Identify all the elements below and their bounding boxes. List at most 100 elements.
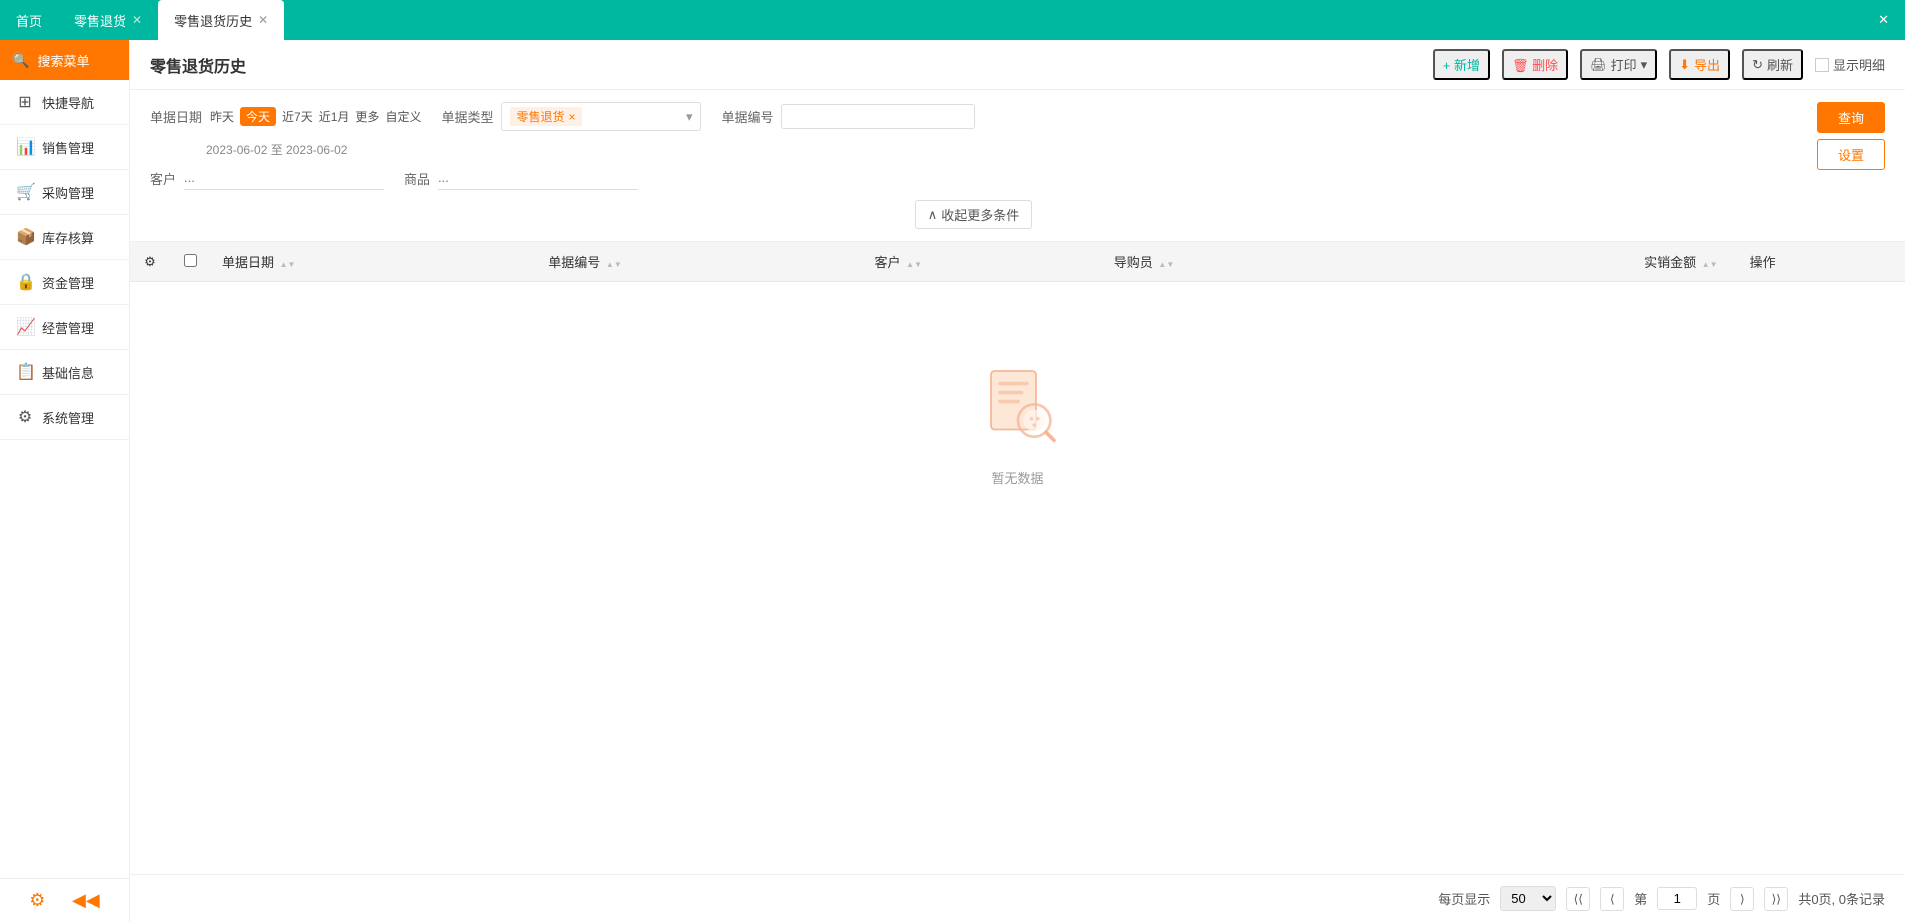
purchase-mgmt-icon: 🛒 xyxy=(16,182,34,202)
base-info-icon: 📋 xyxy=(16,362,34,382)
show-detail-checkbox[interactable] xyxy=(1815,58,1829,72)
filter-goods: 商品 xyxy=(404,166,638,190)
page-size-select[interactable]: 20 50 100 xyxy=(1500,886,1556,911)
tab-home[interactable]: 首页 xyxy=(0,0,58,40)
show-detail-toggle[interactable]: 显示明细 xyxy=(1815,55,1885,74)
export-label: 导出 xyxy=(1694,55,1720,74)
filter-row-2: 客户 商品 xyxy=(150,166,1797,190)
date-filter-today[interactable]: 今天 xyxy=(240,107,276,126)
operations-icon: 📈 xyxy=(16,317,34,337)
sidebar-item-purchase-mgmt[interactable]: 🛒 采购管理 xyxy=(0,170,129,215)
sidebar-item-finance[interactable]: 🔒 资金管理 xyxy=(0,260,129,305)
page-number-input[interactable] xyxy=(1657,887,1697,910)
settings-icon[interactable]: ⚙ xyxy=(29,890,45,911)
date-filter-7days[interactable]: 近7天 xyxy=(282,108,313,125)
filter-type: 单据类型 零售退货 × ▾ xyxy=(441,102,701,131)
empty-text: 暂无数据 xyxy=(991,468,1043,487)
table-header-row: ⚙ 单据日期 ▲▼ 单据编号 ▲▼ xyxy=(130,242,1905,282)
th-checkbox[interactable] xyxy=(170,242,210,282)
sidebar-item-operations[interactable]: 📈 经营管理 xyxy=(0,305,129,350)
refresh-button[interactable]: ↻ 刷新 xyxy=(1742,49,1803,80)
tab-retail-return-history[interactable]: 零售退货历史 ✕ xyxy=(158,0,284,40)
volume-icon[interactable]: ◀◀ xyxy=(72,890,100,911)
empty-cell: 暂无数据 xyxy=(130,282,1905,568)
sales-mgmt-icon: 📊 xyxy=(16,137,34,157)
th-guide[interactable]: 导购员 ▲▼ xyxy=(1102,242,1385,282)
tab-retail-return-label: 零售退货 xyxy=(74,11,126,30)
top-bar: 首页 零售退货 ✕ 零售退货历史 ✕ ✕ xyxy=(0,0,1905,40)
pagination-bar: 每页显示 20 50 100 ⟨⟨ ⟨ 第 页 ⟩ ⟩⟩ 共0页, 0条记录 xyxy=(130,874,1905,922)
date-filter-more[interactable]: 更多 xyxy=(355,108,379,125)
delete-button[interactable]: 🗑 删除 xyxy=(1502,49,1568,80)
print-button[interactable]: 🖨 打印 ▾ xyxy=(1580,49,1657,80)
refresh-label: 刷新 xyxy=(1767,55,1793,74)
customer-input[interactable] xyxy=(184,166,384,190)
sidebar-item-inventory[interactable]: 📦 库存核算 xyxy=(0,215,129,260)
date-label: 单据日期 xyxy=(150,107,202,126)
type-tag-close[interactable]: × xyxy=(568,110,575,124)
date-filter-yesterday[interactable]: 昨天 xyxy=(210,108,234,125)
sidebar-item-base-info-label: 基础信息 xyxy=(42,363,94,382)
tab-retail-return-close[interactable]: ✕ xyxy=(132,14,142,26)
sidebar-item-base-info[interactable]: 📋 基础信息 xyxy=(0,350,129,395)
page-title: 零售退货历史 xyxy=(150,53,246,77)
data-table: ⚙ 单据日期 ▲▼ 单据编号 ▲▼ xyxy=(130,242,1905,567)
search-icon: 🔍 xyxy=(12,52,29,69)
filter-voucher: 单据编号 xyxy=(721,104,975,129)
th-settings[interactable]: ⚙ xyxy=(130,242,170,282)
th-date-label: 单据日期 xyxy=(222,255,274,270)
tab-retail-return[interactable]: 零售退货 ✕ xyxy=(58,0,158,40)
sidebar-bottom: ⚙ ◀◀ xyxy=(0,878,129,922)
print-dropdown-icon: ▾ xyxy=(1641,57,1648,73)
type-dropdown-icon: ▾ xyxy=(686,109,693,125)
sidebar-search[interactable]: 🔍 搜索菜单 xyxy=(0,40,129,80)
th-ops: 操作 xyxy=(1738,242,1905,282)
sidebar-nav: ⊞ 快捷导航 📊 销售管理 🛒 采购管理 📦 库存核算 🔒 资金管理 📈 xyxy=(0,80,129,878)
sidebar-item-quick-nav[interactable]: ⊞ 快捷导航 xyxy=(0,80,129,125)
voucher-label: 单据编号 xyxy=(721,107,773,126)
empty-icon xyxy=(973,362,1063,452)
filter-action-buttons: 查询 设置 xyxy=(1817,102,1885,170)
sidebar-item-sys-mgmt[interactable]: ⚙ 系统管理 xyxy=(0,395,129,440)
voucher-input[interactable] xyxy=(781,104,975,129)
export-button[interactable]: ⬇ 导出 xyxy=(1669,49,1730,80)
date-filter-1month[interactable]: 近1月 xyxy=(319,108,350,125)
table-body: 暂无数据 xyxy=(130,282,1905,568)
content-area: 零售退货历史 + 新增 🗑 删除 🖨 打印 ▾ ⬇ 导出 ↻ 刷新 xyxy=(130,40,1905,922)
tab-retail-return-history-close[interactable]: ✕ xyxy=(258,14,268,26)
select-all-checkbox[interactable] xyxy=(184,254,197,267)
type-selector[interactable]: 零售退货 × ▾ xyxy=(501,102,701,131)
collapse-button[interactable]: ∧ 收起更多条件 xyxy=(915,200,1033,229)
goods-input[interactable] xyxy=(438,166,638,190)
th-customer[interactable]: 客户 ▲▼ xyxy=(863,242,1102,282)
sidebar-item-sales-mgmt[interactable]: 📊 销售管理 xyxy=(0,125,129,170)
quick-nav-icon: ⊞ xyxy=(16,92,34,112)
new-button[interactable]: + 新增 xyxy=(1433,49,1490,80)
empty-row: 暂无数据 xyxy=(130,282,1905,568)
page-first-button[interactable]: ⟨⟨ xyxy=(1566,887,1590,911)
th-amount[interactable]: 实销金额 ▲▼ xyxy=(1385,242,1738,282)
page-last-button[interactable]: ⟩⟩ xyxy=(1764,887,1788,911)
date-filter-custom[interactable]: 自定义 xyxy=(385,108,421,125)
filter-date: 单据日期 昨天 今天 近7天 近1月 更多 自定义 xyxy=(150,107,421,126)
th-date[interactable]: 单据日期 ▲▼ xyxy=(210,242,536,282)
type-tag-label: 零售退货 xyxy=(516,108,564,125)
collapse-icon: ∧ xyxy=(928,207,938,223)
th-guide-sort: ▲▼ xyxy=(1158,260,1174,269)
th-voucher-no[interactable]: 单据编号 ▲▼ xyxy=(536,242,862,282)
page-label-prefix: 第 xyxy=(1634,889,1647,908)
settings-col-icon[interactable]: ⚙ xyxy=(144,254,156,269)
page-actions: + 新增 🗑 删除 🖨 打印 ▾ ⬇ 导出 ↻ 刷新 显示明细 xyxy=(1433,49,1885,80)
sidebar-item-sys-mgmt-label: 系统管理 xyxy=(42,408,94,427)
page-next-button[interactable]: ⟩ xyxy=(1730,887,1754,911)
top-bar-close[interactable]: ✕ xyxy=(1878,12,1905,28)
filter-row-1: 单据日期 昨天 今天 近7天 近1月 更多 自定义 单据类型 xyxy=(150,102,1797,131)
tab-home-label: 首页 xyxy=(16,11,42,30)
customer-label: 客户 xyxy=(150,169,176,188)
sidebar-item-inventory-label: 库存核算 xyxy=(42,228,94,247)
page-prev-button[interactable]: ⟨ xyxy=(1600,887,1624,911)
query-button[interactable]: 查询 xyxy=(1817,102,1885,133)
sidebar-item-sales-mgmt-label: 销售管理 xyxy=(42,138,94,157)
setting-button[interactable]: 设置 xyxy=(1817,139,1885,170)
page-size-label: 每页显示 xyxy=(1438,889,1490,908)
